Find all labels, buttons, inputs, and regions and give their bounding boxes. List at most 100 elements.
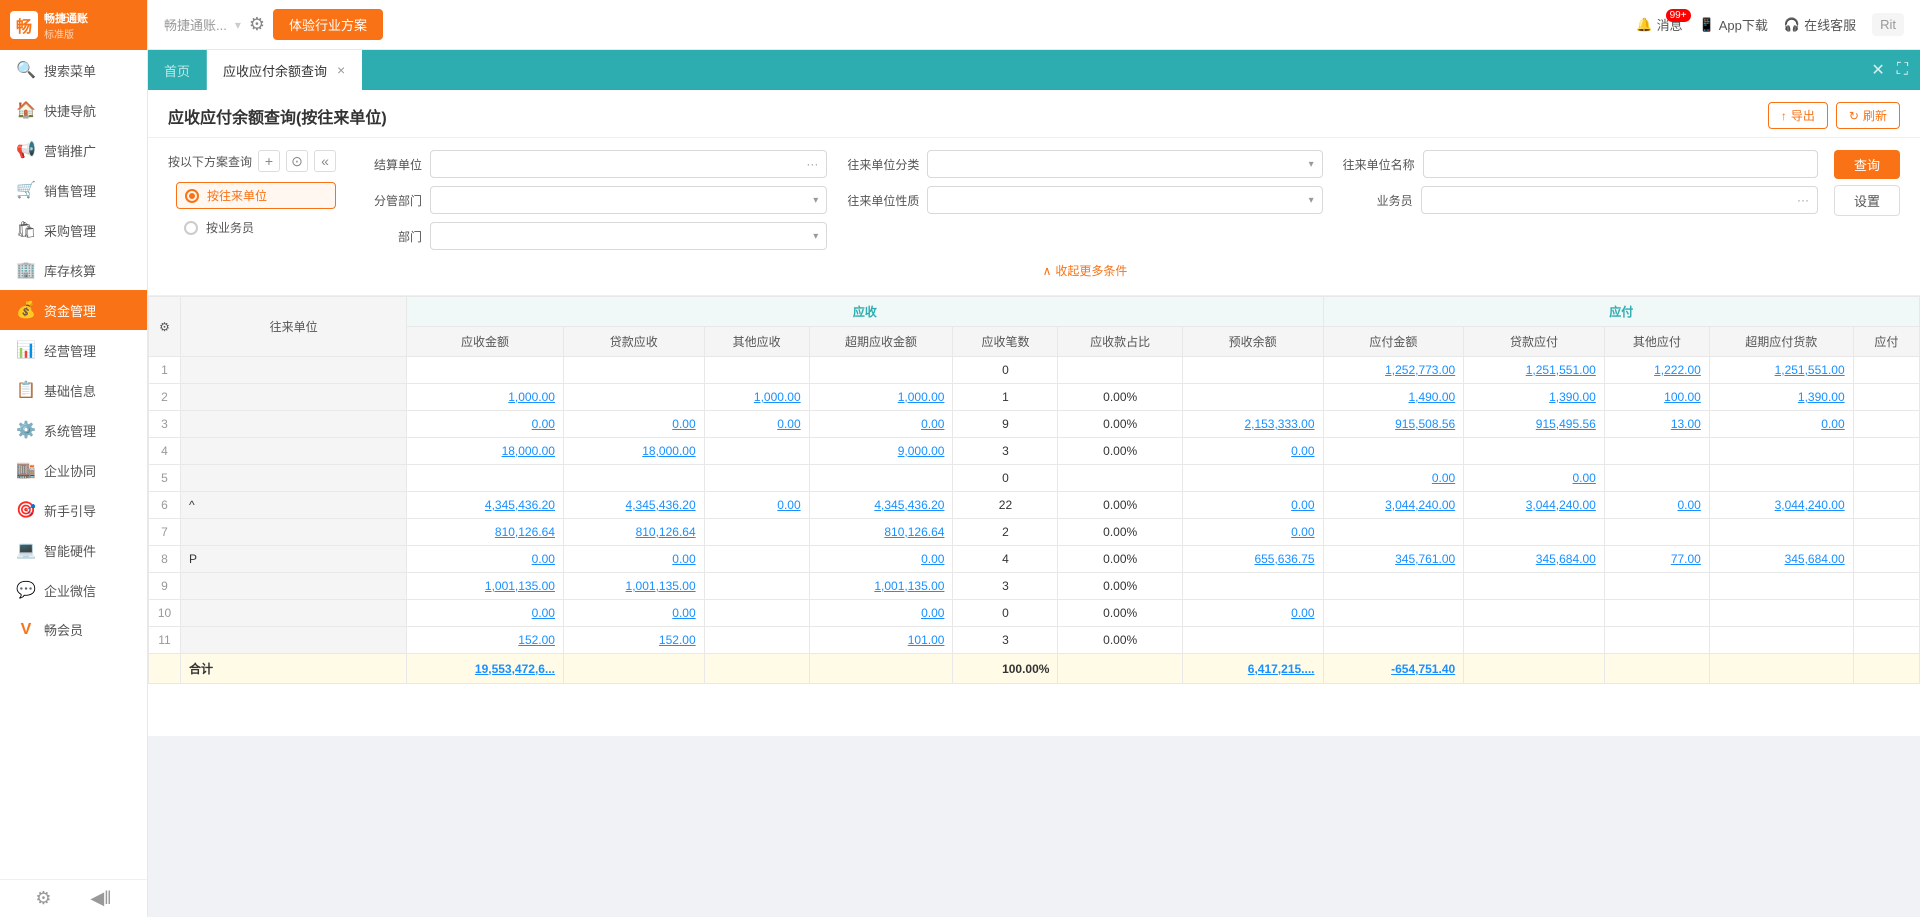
sidebar-settings-btn[interactable]: ⚙ (35, 888, 51, 909)
sidebar-item-purchase[interactable]: 🛍 采购管理 (0, 210, 147, 250)
filter-by-partner-label: 按往来单位 (207, 187, 267, 204)
purchase-icon: 🛍 (16, 220, 36, 240)
service-icon: 🎧 (1784, 17, 1800, 33)
partner-name-input[interactable] (1423, 150, 1818, 178)
solution-button[interactable]: 体验行业方案 (273, 9, 383, 40)
col-recv-count: 应收笔数 (953, 327, 1058, 357)
tab-expand-icon[interactable]: ⛶ (1897, 61, 1908, 79)
dept2-select[interactable]: ▾ (430, 222, 827, 250)
dept-select[interactable]: ▾ (430, 186, 827, 214)
sidebar-item-finance[interactable]: 💰 资金管理 (0, 290, 147, 330)
sidebar-item-basic-info[interactable]: 📋 基础信息 (0, 370, 147, 410)
footer-pay-amount[interactable]: -654,751.40 (1323, 654, 1464, 684)
col-settings-header[interactable]: ⚙ (149, 297, 181, 357)
tab-close-all-icon[interactable]: ✕ (1871, 60, 1884, 80)
sales-icon: 🛒 (16, 180, 36, 200)
sidebar-item-operation[interactable]: 📊 经营管理 (0, 330, 147, 370)
salesperson-input[interactable]: ··· (1421, 186, 1818, 214)
breadcrumb-arrow: ▾ (235, 18, 241, 32)
filter-options: 按以下方案查询 + ⊙ « 按往来单位 (168, 150, 336, 240)
refresh-button[interactable]: ↻ 刷新 (1836, 102, 1900, 129)
wechat-icon: 💬 (16, 580, 36, 600)
filter-partner-category: 往来单位分类 ▾ (847, 150, 1322, 178)
marketing-icon: 📢 (16, 140, 36, 160)
notification-btn[interactable]: 🔔 消息 99+ (1636, 15, 1682, 34)
user-avatar[interactable]: Rit (1872, 13, 1904, 36)
table-row: 500.000.00 (149, 465, 1920, 492)
filter-collapse-btn[interactable]: « (314, 150, 336, 172)
finance-icon: 💰 (16, 300, 36, 320)
collapse-more-btn[interactable]: ∧ 收起更多条件 (1043, 258, 1128, 283)
data-table-wrap: ⚙ 往来单位 应收 应付 应收金额 贷款应收 其他应收 超期应收金额 应收笔数 (148, 296, 1920, 736)
footer-recv-prepay[interactable]: 6,417,215.... (1182, 654, 1323, 684)
dept2-chevron: ▾ (813, 231, 818, 242)
filter-add-btn[interactable]: + (258, 150, 280, 172)
enterprise-icon: 🏬 (16, 460, 36, 480)
salesperson-dots: ··· (1797, 193, 1809, 207)
system-icon: ⚙️ (16, 420, 36, 440)
sidebar-item-enterprise[interactable]: 🏬 企业协同 (0, 450, 147, 490)
filter-settings-btn[interactable]: ⊙ (286, 150, 308, 172)
settlement-unit-input[interactable]: ··· (430, 150, 827, 178)
dept2-label: 部门 (352, 228, 422, 245)
partner-nature-chevron: ▾ (1309, 195, 1314, 206)
sidebar-item-marketing[interactable]: 📢 营销推广 (0, 130, 147, 170)
sidebar-item-quick-nav[interactable]: 🏠 快捷导航 (0, 90, 147, 130)
col-payable-group: 应付 (1323, 297, 1919, 327)
data-table: ⚙ 往来单位 应收 应付 应收金额 贷款应收 其他应收 超期应收金额 应收笔数 (148, 296, 1920, 684)
partner-nature-select[interactable]: ▾ (927, 186, 1322, 214)
app-download-btn[interactable]: 📱 App下载 (1699, 15, 1768, 34)
footer-recv-amount[interactable]: 19,553,472,6... (407, 654, 564, 684)
tab-home[interactable]: 首页 (148, 50, 207, 90)
salesperson-label: 业务员 (1343, 192, 1413, 209)
query-button[interactable]: 查询 (1834, 150, 1900, 179)
filter-partner-name: 往来单位名称 (1343, 150, 1818, 178)
refresh-icon: ↻ (1849, 109, 1859, 123)
table-row: 6^4,345,436.204,345,436.200.004,345,436.… (149, 492, 1920, 519)
col-pay-other: 其他应付 (1604, 327, 1709, 357)
quick-nav-icon: 🏠 (16, 100, 36, 120)
breadcrumb: 畅捷通账... (164, 15, 227, 34)
partner-category-select[interactable]: ▾ (927, 150, 1322, 178)
sidebar-item-newbie[interactable]: 🎯 新手引导 (0, 490, 147, 530)
table-row: 100.000.000.0000.00%0.00 (149, 600, 1920, 627)
col-recv-ratio: 应收款占比 (1058, 327, 1182, 357)
search-menu-icon: 🔍 (16, 60, 36, 80)
tab-close-btn[interactable]: × (337, 62, 345, 78)
col-pay-loan: 贷款应付 (1464, 327, 1605, 357)
filter-salesperson: 业务员 ··· (1343, 186, 1818, 214)
sidebar-item-smart-hw[interactable]: 💻 智能硬件 (0, 530, 147, 570)
export-button[interactable]: ↑ 导出 (1768, 102, 1828, 129)
sidebar-item-search-menu[interactable]: 🔍 搜索菜单 (0, 50, 147, 90)
basic-info-icon: 📋 (16, 380, 36, 400)
radio-by-partner (185, 189, 199, 203)
tab-actions: ✕ ⛶ (1859, 50, 1920, 90)
footer-recv-ratio: 100.00% (953, 654, 1058, 684)
header-left: 畅捷通账... ▾ ⚙ 体验行业方案 (164, 9, 1624, 40)
setting-button[interactable]: 设置 (1834, 185, 1900, 216)
page-actions: ↑ 导出 ↻ 刷新 (1768, 102, 1900, 129)
col-recv-amount: 应收金额 (407, 327, 564, 357)
filter-dept: 分管部门 ▾ (352, 186, 827, 214)
sidebar-item-inventory[interactable]: 🏢 库存核算 (0, 250, 147, 290)
header-settings-icon[interactable]: ⚙ (249, 14, 265, 35)
online-service-btn[interactable]: 🎧 在线客服 (1784, 15, 1856, 34)
main-area: 畅捷通账... ▾ ⚙ 体验行业方案 🔔 消息 99+ 📱 App下载 🎧 在线… (148, 0, 1920, 917)
filter-option-by-salesperson[interactable]: 按业务员 (176, 215, 336, 240)
dept-chevron: ▾ (813, 195, 818, 206)
vip-icon: V (16, 621, 36, 639)
filter-partner-nature: 往来单位性质 ▾ (847, 186, 1322, 214)
filter-option-by-partner[interactable]: 按往来单位 (176, 182, 336, 209)
table-row: 11152.00152.00101.0030.00% (149, 627, 1920, 654)
table-row: 21,000.001,000.001,000.0010.00%1,490.001… (149, 384, 1920, 411)
sidebar-item-sales[interactable]: 🛒 销售管理 (0, 170, 147, 210)
partner-name-label: 往来单位名称 (1343, 156, 1415, 173)
download-icon: 📱 (1699, 17, 1715, 33)
sidebar-collapse-btn[interactable]: ◀‖ (90, 888, 111, 909)
sidebar-item-vip[interactable]: V 畅会员 (0, 610, 147, 649)
tab-receivable-query[interactable]: 应收应付余额查询 × (207, 50, 362, 90)
sidebar-item-wechat[interactable]: 💬 企业微信 (0, 570, 147, 610)
export-icon: ↑ (1781, 109, 1787, 123)
partner-nature-label: 往来单位性质 (847, 192, 919, 209)
sidebar-item-system[interactable]: ⚙️ 系统管理 (0, 410, 147, 450)
